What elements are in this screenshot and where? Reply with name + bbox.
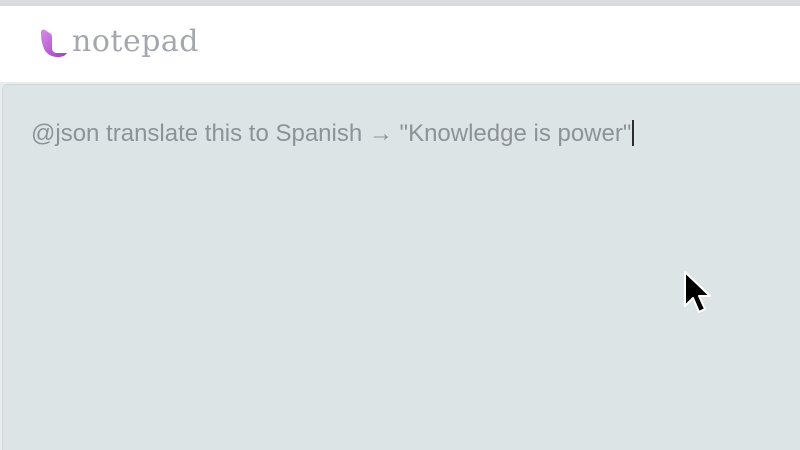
editor-text-line: @json translate this to Spanish → "Knowl…	[31, 120, 632, 147]
text-caret	[632, 120, 635, 146]
text-editor-area[interactable]: @json translate this to Spanish → "Knowl…	[2, 84, 800, 450]
mouse-pointer-icon	[684, 271, 711, 313]
app-header: notepad	[0, 6, 800, 82]
editor-content[interactable]: @json translate this to Spanish → "Knowl…	[31, 119, 635, 149]
app-name: notepad	[72, 24, 199, 59]
notepad-logo-icon	[41, 29, 67, 57]
app-logo[interactable]: notepad	[38, 26, 199, 58]
